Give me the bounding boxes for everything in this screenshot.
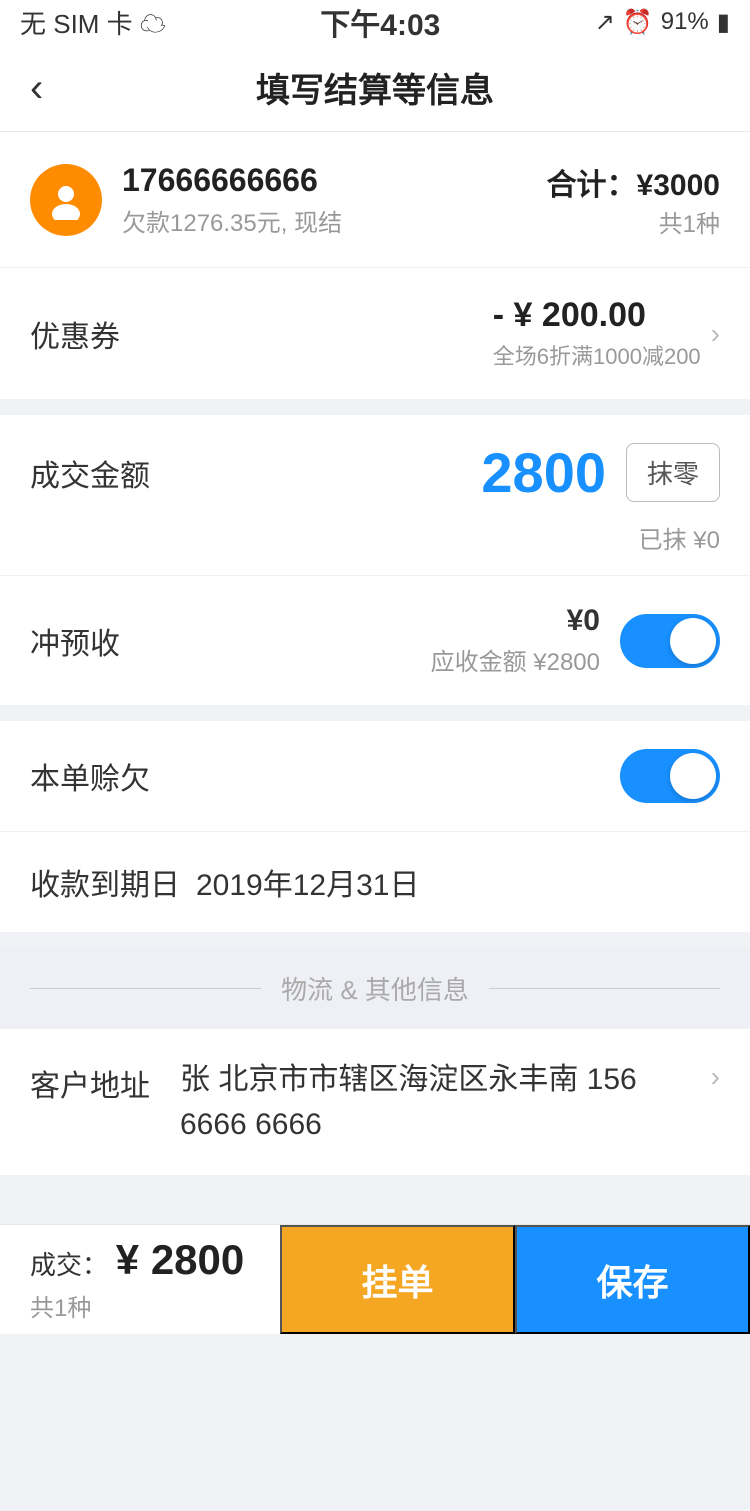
address-section: 客户地址 张 北京市市辖区海淀区永丰南 156 6666 6666 ›: [0, 1029, 750, 1175]
prepay-values: ¥0 应收金额 ¥2800: [431, 604, 600, 677]
prepay-amount: ¥0: [431, 604, 600, 638]
date-value: 2019年12月31日: [196, 860, 419, 904]
debt-label: 本单赊欠: [30, 754, 150, 798]
amount-label: 成交金额: [30, 451, 150, 495]
date-label: 收款到期日: [30, 860, 180, 904]
debt-toggle[interactable]: [620, 749, 720, 803]
prepay-right: ¥0 应收金额 ¥2800: [431, 604, 720, 677]
battery-text: 91%: [661, 8, 709, 36]
amount-sub: 已抹 ¥0: [0, 520, 750, 575]
total-count: 共1种: [547, 204, 720, 239]
battery-icon: ▮: [717, 8, 730, 37]
customer-total: 合计：¥3000 共1种: [547, 160, 720, 239]
location-icon: ↗: [595, 8, 615, 37]
customer-row: 17666666666 欠款1276.35元, 现结 合计：¥3000 共1种: [0, 132, 750, 267]
amount-value: 2800: [481, 445, 606, 501]
bottom-label: 成交：: [30, 1250, 108, 1280]
coupon-chevron-icon: ›: [711, 318, 720, 350]
status-left: 无 SIM 卡 ☁: [20, 4, 166, 41]
total-value: 合计：¥3000: [547, 160, 720, 204]
coupon-row[interactable]: 优惠券 - ¥ 200.00 全场6折满1000减200 ›: [0, 267, 750, 399]
bottom-label-row: 成交： ¥ 2800: [30, 1236, 250, 1284]
bottom-bar: 成交： ¥ 2800 共1种 挂单 保存: [0, 1224, 750, 1334]
prepay-toggle[interactable]: [620, 614, 720, 668]
status-right: ↗ ⏰ 91% ▮: [595, 8, 730, 37]
debt-row: 本单赊欠: [0, 721, 750, 831]
amount-right: 2800 抹零: [481, 443, 720, 502]
back-button[interactable]: ‹: [30, 68, 43, 108]
coupon-amount: - ¥ 200.00: [493, 296, 701, 335]
address-value: 张 北京市市辖区海淀区永丰南 156 6666 6666: [180, 1057, 701, 1147]
date-row: 收款到期日 2019年12月31日: [0, 831, 750, 932]
address-label: 客户地址: [30, 1057, 150, 1105]
avatar: [30, 164, 102, 236]
address-chevron-icon: ›: [711, 1057, 720, 1093]
sim-text: 无 SIM 卡 ☁: [20, 4, 166, 41]
debt-card: 本单赊欠 收款到期日 2019年12月31日: [0, 721, 750, 932]
coupon-desc: 全场6折满1000减200: [493, 339, 701, 371]
prepay-row: 冲预收 ¥0 应收金额 ¥2800: [0, 575, 750, 705]
status-time: 下午4:03: [320, 0, 440, 44]
address-row[interactable]: 客户地址 张 北京市市辖区海淀区永丰南 156 6666 6666 ›: [0, 1029, 750, 1175]
coupon-right: - ¥ 200.00 全场6折满1000减200 ›: [493, 296, 720, 371]
divider-line-right: [489, 988, 720, 989]
customer-card: 17666666666 欠款1276.35元, 现结 合计：¥3000 共1种 …: [0, 132, 750, 399]
hang-button[interactable]: 挂单: [280, 1225, 515, 1334]
customer-left: 17666666666 欠款1276.35元, 现结: [30, 162, 342, 238]
status-bar: 无 SIM 卡 ☁ 下午4:03 ↗ ⏰ 91% ▮: [0, 0, 750, 44]
save-button[interactable]: 保存: [515, 1225, 750, 1334]
customer-phone: 17666666666: [122, 162, 342, 199]
amount-row: 成交金额 2800 抹零: [0, 415, 750, 530]
page-title: 填写结算等信息: [256, 63, 494, 112]
transaction-section: 成交金额 2800 抹零 已抹 ¥0 冲预收 ¥0 应收金额 ¥2800: [0, 415, 750, 705]
bottom-count: 共1种: [30, 1288, 250, 1323]
nav-bar: ‹ 填写结算等信息: [0, 44, 750, 132]
bottom-info: 成交： ¥ 2800 共1种: [0, 1236, 280, 1323]
divider-text: 物流 & 其他信息: [281, 970, 469, 1007]
coupon-label: 优惠券: [30, 312, 120, 356]
prepay-label: 冲预收: [30, 619, 120, 663]
bottom-amount: ¥ 2800: [116, 1236, 244, 1283]
customer-info: 17666666666 欠款1276.35元, 现结: [122, 162, 342, 238]
round-button[interactable]: 抹零: [626, 443, 720, 502]
section-divider: 物流 & 其他信息: [0, 948, 750, 1029]
prepay-receivable: 应收金额 ¥2800: [431, 642, 600, 677]
divider-line-left: [30, 988, 261, 989]
customer-debt: 欠款1276.35元, 现结: [122, 203, 342, 238]
alarm-icon: ⏰: [623, 8, 653, 37]
